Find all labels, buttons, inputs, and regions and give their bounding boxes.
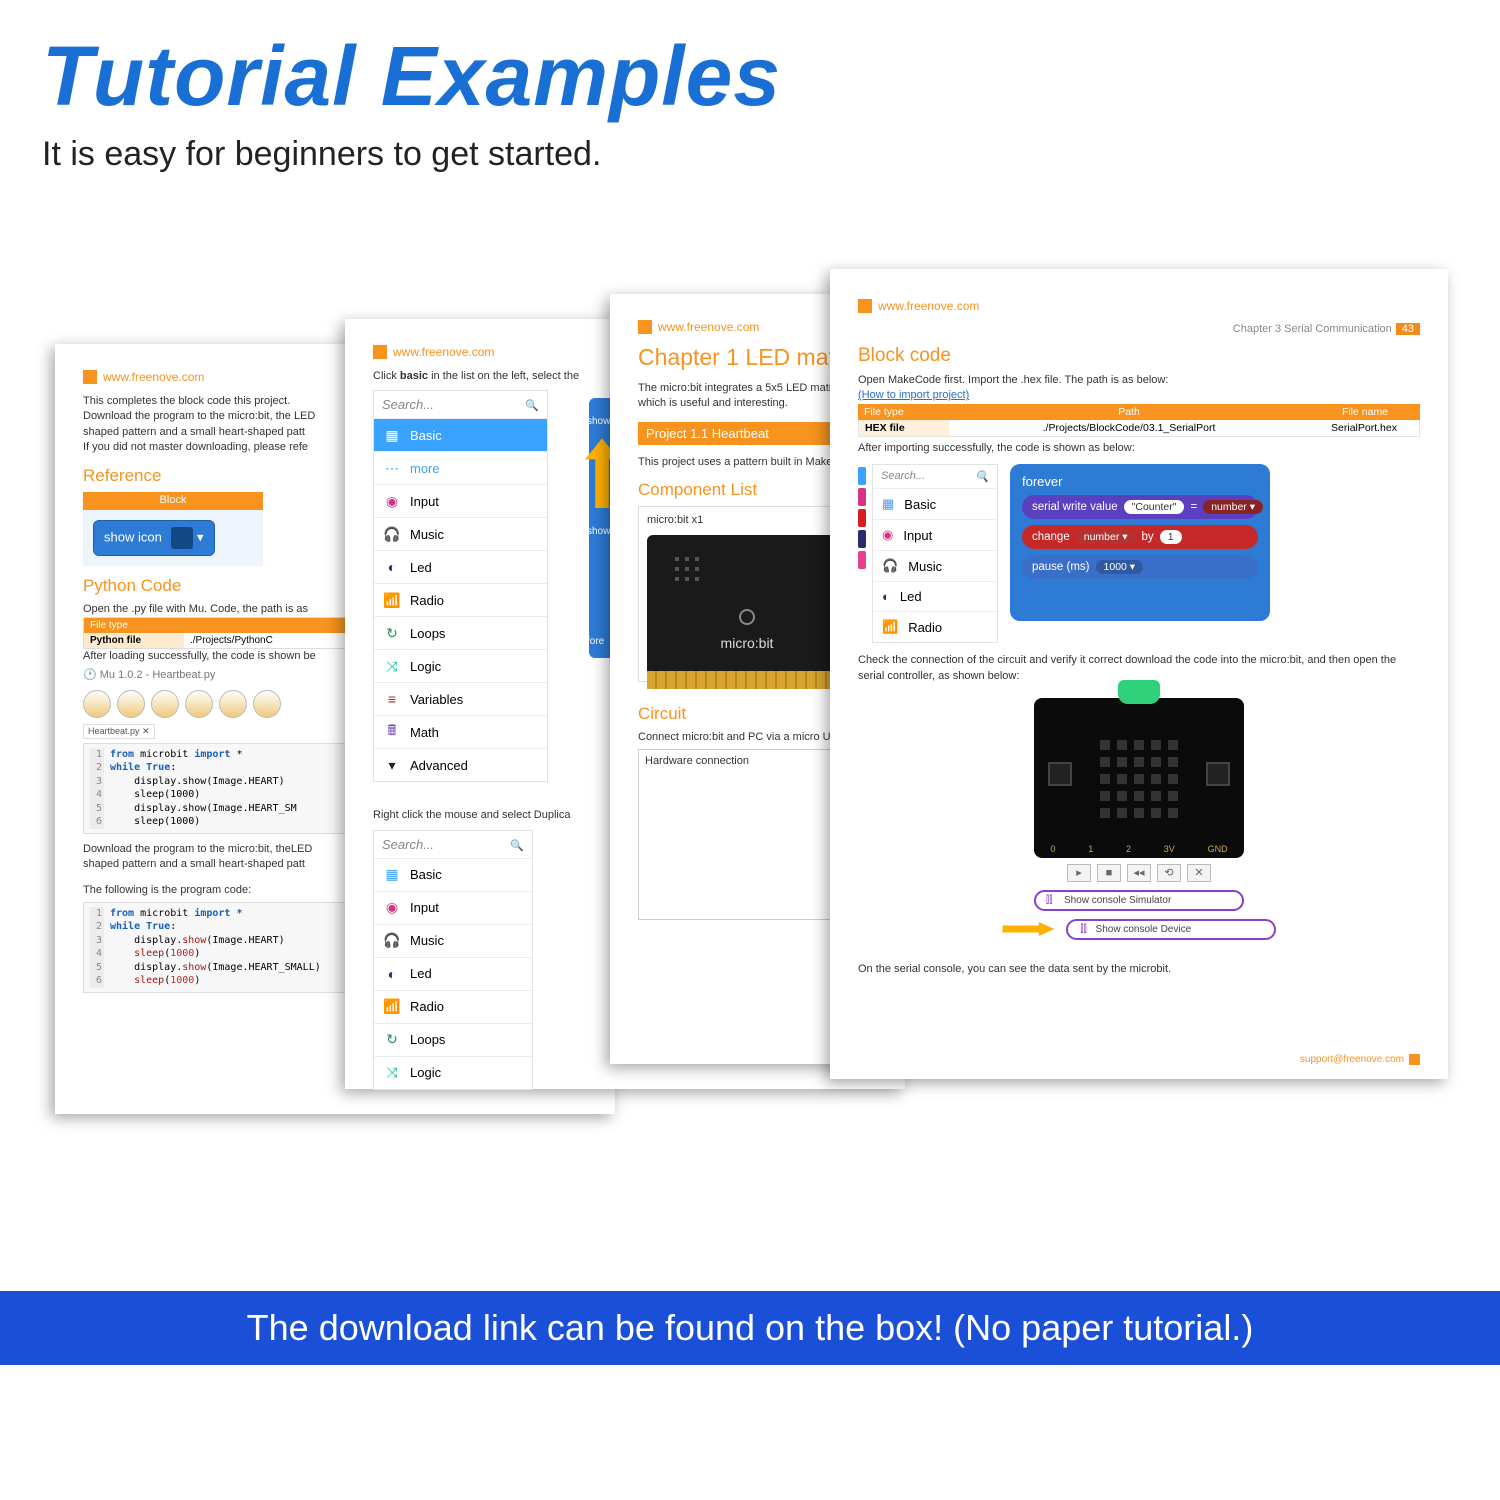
sim-button-a[interactable] <box>1048 762 1072 786</box>
menu-math[interactable]: 🖩Math <box>374 715 547 748</box>
menu-radio[interactable]: 📶Radio <box>873 611 997 642</box>
radio-icon: 📶 <box>384 592 400 608</box>
menu-led[interactable]: ◐Led <box>873 581 997 611</box>
toolbar-icon <box>151 690 179 718</box>
after-import-text: After importing successfully, the code i… <box>858 441 1420 456</box>
menu-radio[interactable]: 📶Radio <box>374 990 532 1023</box>
brand-square-icon <box>83 370 97 384</box>
grid-icon: ▦ <box>384 427 400 443</box>
category-menu-2: Search... ▦Basic ◉Input 🎧Music ◐Led 📶Rad… <box>373 830 533 1090</box>
menu-variables[interactable]: ≡Variables <box>374 682 547 715</box>
menu-logic[interactable]: ⤨Logic <box>374 649 547 682</box>
math-icon: 🖩 <box>384 724 400 740</box>
menu-input[interactable]: ◉Input <box>374 891 532 924</box>
menu-input[interactable]: ◉Input <box>374 484 547 517</box>
menu-music[interactable]: 🎧Music <box>374 924 532 957</box>
rewind-button[interactable]: ◂◂ <box>1127 864 1151 882</box>
url-text: www.freenove.com <box>658 320 759 334</box>
serial-line: On the serial console, you can see the d… <box>858 962 1420 977</box>
menu-led[interactable]: ◐Led <box>374 550 547 583</box>
brand-square-icon <box>373 345 387 359</box>
sim-button-b[interactable] <box>1206 762 1230 786</box>
show-console-device[interactable]: ⫿⫿Show console Device <box>1066 919 1276 940</box>
url-text: www.freenove.com <box>878 299 979 313</box>
menu-basic[interactable]: ▦Basic <box>374 858 532 891</box>
stop-button[interactable]: ■ <box>1097 864 1121 882</box>
category-menu-mini: Search...🔍 ▦Basic ◉Input 🎧Music ◐Led 📶Ra… <box>858 464 998 643</box>
toolbar-icon <box>83 690 111 718</box>
variables-icon: ≡ <box>384 691 400 707</box>
menu-basic[interactable]: ▦Basic <box>873 488 997 519</box>
page-stack: www.freenove.com This completes the bloc… <box>0 264 1500 1244</box>
tutorial-page-4: www.freenove.com Chapter 3 Serial Commun… <box>830 269 1448 1079</box>
menu-basic[interactable]: ▦Basic <box>374 418 547 451</box>
menu-radio[interactable]: 📶Radio <box>374 583 547 616</box>
chapter-breadcrumb: Chapter 3 Serial Communication43 <box>858 323 1420 335</box>
url-text: www.freenove.com <box>393 345 494 359</box>
main-title: Tutorial Examples <box>0 0 1500 125</box>
support-footer: support@freenove.com <box>1300 1054 1420 1065</box>
search-icon <box>525 397 539 412</box>
microbit-simulator: 0123VGND <box>1034 698 1244 858</box>
bars-icon: ⫿⫿ <box>1078 924 1090 935</box>
logic-icon: ⤨ <box>384 658 400 674</box>
subtitle: It is easy for beginners to get started. <box>0 125 1500 174</box>
forever-block: forever serial write value "Counter" = n… <box>1010 464 1270 621</box>
menu-led[interactable]: ◐Led <box>374 957 532 990</box>
toolbar-icon <box>219 690 247 718</box>
menu-loops[interactable]: ↻Loops <box>374 616 547 649</box>
brand-square-icon <box>638 320 652 334</box>
sim-controls: ▸ ■ ◂◂ ⟲ ✕ <box>858 864 1420 882</box>
play-button[interactable]: ▸ <box>1067 864 1091 882</box>
led-icon: ◐ <box>384 559 400 575</box>
sim-pins: 0123VGND <box>1034 844 1244 854</box>
pause-block: pause (ms) 1000 ▾ <box>1022 555 1258 579</box>
show-icon-block: show icon ▾ <box>93 520 215 556</box>
chevron-down-icon: ▾ <box>384 757 400 773</box>
menu-more[interactable]: ⋯more <box>374 451 547 484</box>
brand-square-icon <box>858 299 872 313</box>
toolbar-icon <box>117 690 145 718</box>
toolbar-icon <box>253 690 281 718</box>
url-text: www.freenove.com <box>103 370 204 384</box>
search-icon: 🔍 <box>975 470 989 483</box>
block-col-head: Block <box>83 492 263 510</box>
serial-write-block: serial write value "Counter" = number ▾ <box>1022 495 1258 519</box>
open-text: Open MakeCode first. Import the .hex fil… <box>858 373 1420 388</box>
menu-advanced[interactable]: ▾Advanced <box>374 748 547 781</box>
menu-logic[interactable]: ⤨Logic <box>374 1056 532 1089</box>
howto-link[interactable]: (How to import project) <box>858 388 1420 403</box>
close-button[interactable]: ✕ <box>1187 864 1211 882</box>
loops-icon: ↻ <box>384 625 400 641</box>
code-blocks: forever serial write value "Counter" = n… <box>1010 464 1420 643</box>
menu-loops[interactable]: ↻Loops <box>374 1023 532 1056</box>
search-icon <box>510 837 524 852</box>
more-icon: ⋯ <box>384 460 400 476</box>
menu-music[interactable]: 🎧Music <box>873 550 997 581</box>
change-block: change number ▾ by 1 <box>1022 525 1258 549</box>
category-menu: Search... ▦Basic ⋯more ◉Input 🎧Music ◐Le… <box>373 390 548 782</box>
bars-icon: ⫿⫿ <box>1046 895 1058 906</box>
toolbar-icon <box>185 690 213 718</box>
music-icon: 🎧 <box>384 526 400 542</box>
download-banner: The download link can be found on the bo… <box>0 1291 1500 1365</box>
blockcode-heading: Block code <box>858 345 1420 367</box>
menu-music[interactable]: 🎧Music <box>374 517 547 550</box>
hex-table: File typePathFile name HEX file./Project… <box>858 404 1420 437</box>
menu-search[interactable]: Search... <box>374 391 547 418</box>
code-tab: Heartbeat.py ✕ <box>83 724 155 739</box>
right-arrow-icon <box>1002 922 1054 936</box>
brand-square-icon <box>1409 1054 1420 1065</box>
microbit-image: micro:bit <box>647 535 847 675</box>
menu-input[interactable]: ◉Input <box>873 519 997 550</box>
restart-button[interactable]: ⟲ <box>1157 864 1181 882</box>
show-console-simulator[interactable]: ⫿⫿Show console Simulator <box>1034 890 1244 911</box>
input-icon: ◉ <box>384 493 400 509</box>
